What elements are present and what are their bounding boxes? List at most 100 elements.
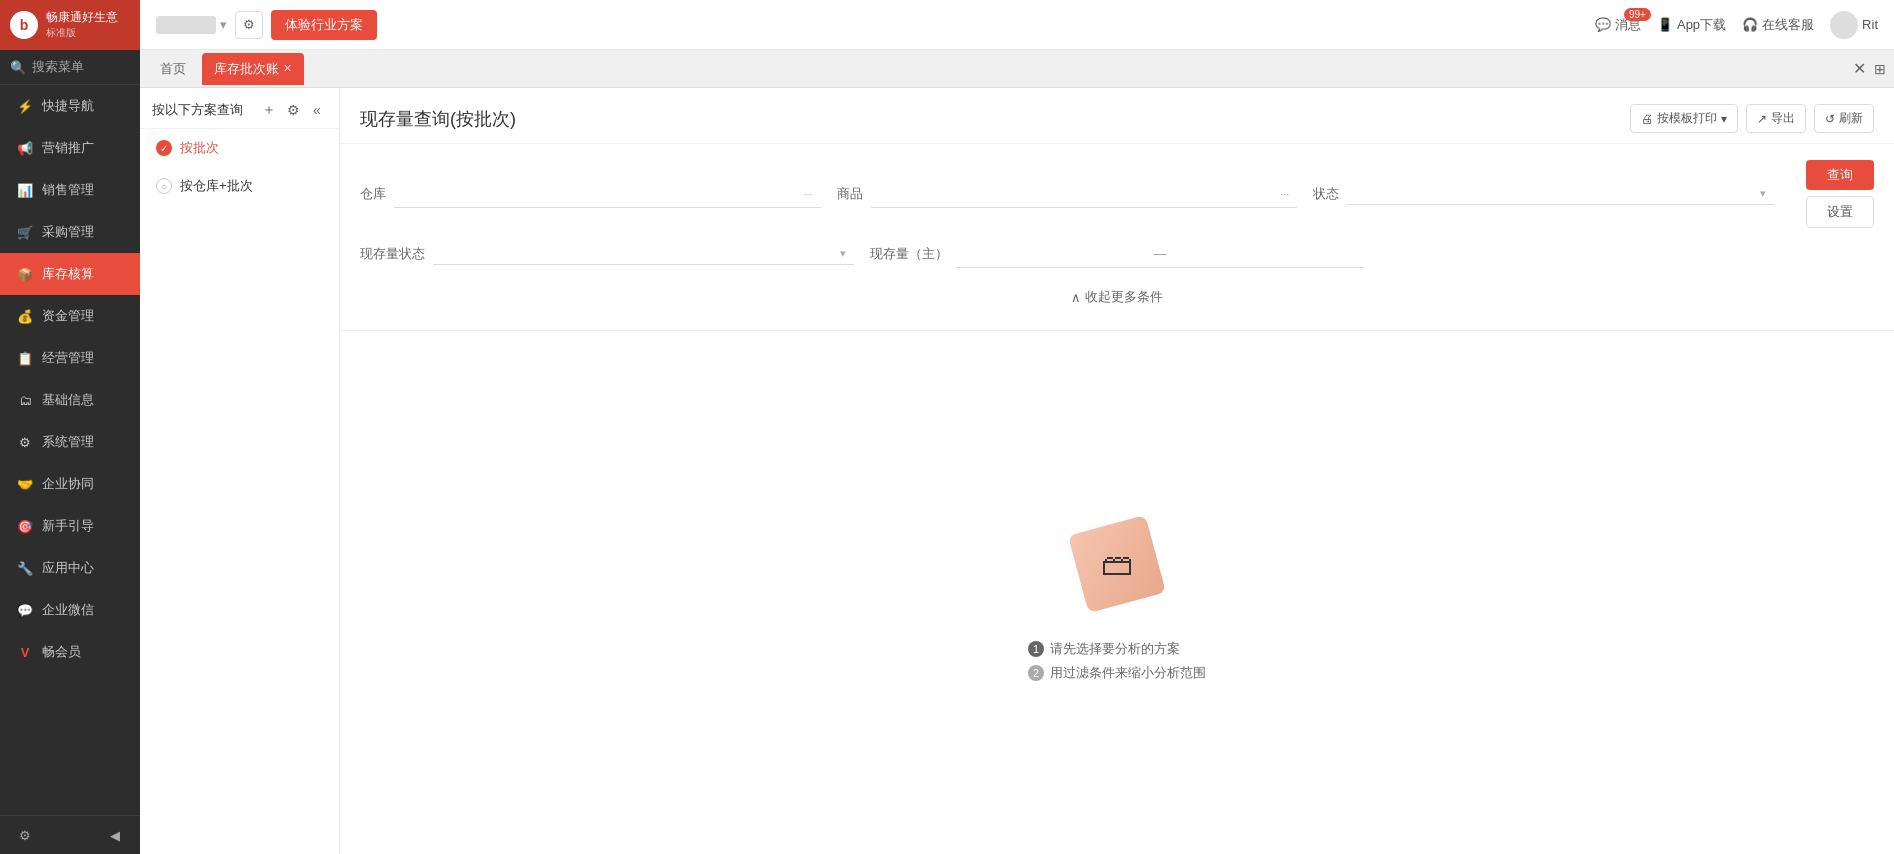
page-header-actions: 🖨 按模板打印 ▾ ↗ 导出 ↺ 刷新 <box>1630 104 1874 133</box>
status-input[interactable]: ▾ <box>1347 183 1774 205</box>
inventory-status-arrow-icon: ▾ <box>840 247 846 260</box>
search-menu[interactable]: 🔍 搜索菜单 <box>0 50 140 85</box>
status-label: 状态 <box>1313 185 1339 203</box>
product-label: 商品 <box>837 185 863 203</box>
sidebar-item-app-center[interactable]: 🔧 应用中心 <box>0 547 140 589</box>
schema-dot-warehouse-batch: ○ <box>156 178 172 194</box>
app-download-label: App下载 <box>1677 16 1726 34</box>
sidebar-item-marketing[interactable]: 📢 营销推广 <box>0 127 140 169</box>
empty-illustration <box>1057 504 1177 624</box>
page-header: 现存量查询(按批次) 🖨 按模板打印 ▾ ↗ 导出 ↺ 刷新 <box>340 88 1894 144</box>
user-name: Rit <box>1862 17 1878 32</box>
enterprise-icon: 🤝 <box>16 475 34 493</box>
settings-schema-icon[interactable]: ⚙ <box>283 100 303 120</box>
guide-icon: 🎯 <box>16 517 34 535</box>
messages-button[interactable]: 💬 消息 99+ <box>1595 16 1641 34</box>
close-all-tabs-icon[interactable]: ✕ <box>1853 59 1866 78</box>
member-icon: V <box>16 643 34 661</box>
filter-row-2: 现存量状态 ▾ 现存量（主） — <box>360 240 1874 268</box>
marketing-icon: 📢 <box>16 139 34 157</box>
product-more-icon[interactable]: ··· <box>1280 188 1289 200</box>
sidebar-item-basic[interactable]: 🗂 基础信息 <box>0 379 140 421</box>
page-content: 按以下方案查询 ＋ ⚙ « ✓ 按批次 ○ 按仓库+批次 现存量查询(按批次) <box>140 88 1894 854</box>
inventory-main-input[interactable]: — <box>956 240 1364 268</box>
message-icon: 💬 <box>1595 17 1611 32</box>
filter-status: 状态 ▾ <box>1313 183 1774 205</box>
schema-item-warehouse-batch[interactable]: ○ 按仓库+批次 <box>140 167 339 205</box>
tab-home[interactable]: 首页 <box>148 53 198 85</box>
query-button[interactable]: 查询 <box>1806 160 1874 190</box>
sidebar-item-operations[interactable]: 📋 经营管理 <box>0 337 140 379</box>
sales-icon: 📊 <box>16 181 34 199</box>
operations-icon: 📋 <box>16 349 34 367</box>
basic-icon: 🗂 <box>16 391 34 409</box>
inventory-icon: 📦 <box>16 265 34 283</box>
refresh-label: 刷新 <box>1839 110 1863 127</box>
sidebar-item-sales[interactable]: 📊 销售管理 <box>0 169 140 211</box>
query-action-group: 查询 设置 <box>1806 160 1874 228</box>
sidebar-item-purchase[interactable]: 🛒 采购管理 <box>0 211 140 253</box>
sidebar-item-finance[interactable]: 💰 资金管理 <box>0 295 140 337</box>
print-label: 按模板打印 <box>1657 110 1717 127</box>
settings-button[interactable]: 设置 <box>1806 196 1874 228</box>
sidebar-item-label: 基础信息 <box>42 391 94 409</box>
collapse-sidebar-icon[interactable]: ◀ <box>106 826 124 844</box>
collapse-filters-button[interactable]: ∧ 收起更多条件 <box>360 280 1874 314</box>
topbar-settings-button[interactable]: ⚙ <box>235 11 263 39</box>
inventory-status-input[interactable]: ▾ <box>433 243 854 265</box>
online-service-button[interactable]: 🎧 在线客服 <box>1742 16 1814 34</box>
quick-nav-icon: ⚡ <box>16 97 34 115</box>
tip-num-2: 2 <box>1028 665 1044 681</box>
tab-batch-account-label: 库存批次账 <box>214 60 279 78</box>
purchase-icon: 🛒 <box>16 223 34 241</box>
print-dropdown-icon: ▾ <box>1721 112 1727 126</box>
tab-close-icon[interactable]: ✕ <box>283 62 292 75</box>
sidebar-item-member[interactable]: V 畅会员 <box>0 631 140 673</box>
trial-button[interactable]: 体验行业方案 <box>271 10 377 40</box>
refresh-icon: ↺ <box>1825 112 1835 126</box>
sidebar-item-label: 企业微信 <box>42 601 94 619</box>
sidebar-item-label: 新手引导 <box>42 517 94 535</box>
refresh-button[interactable]: ↺ 刷新 <box>1814 104 1874 133</box>
add-schema-icon[interactable]: ＋ <box>259 100 279 120</box>
sidebar-item-label: 企业协同 <box>42 475 94 493</box>
finance-icon: 💰 <box>16 307 34 325</box>
topbar: ▾ ⚙ 体验行业方案 💬 消息 99+ 📱 App下载 🎧 在线客服 <box>140 0 1894 50</box>
filter-inventory-main: 现存量（主） — <box>870 240 1364 268</box>
user-profile[interactable]: Rit <box>1830 11 1878 39</box>
sidebar-item-enterprise[interactable]: 🤝 企业协同 <box>0 463 140 505</box>
empty-tip-1: 1 请先选择要分析的方案 <box>1028 640 1206 658</box>
schema-item-batch[interactable]: ✓ 按批次 <box>140 129 339 167</box>
gear-icon: ⚙ <box>243 17 255 32</box>
messages-badge: 99+ <box>1624 8 1651 21</box>
empty-tip-2: 2 用过滤条件来缩小分析范围 <box>1028 664 1206 682</box>
sidebar-item-wechat[interactable]: 💬 企业微信 <box>0 589 140 631</box>
warehouse-more-icon[interactable]: ··· <box>804 188 813 200</box>
sidebar-item-quick-nav[interactable]: ⚡ 快捷导航 <box>0 85 140 127</box>
warehouse-label: 仓库 <box>360 185 386 203</box>
warehouse-input[interactable]: ··· <box>394 180 821 208</box>
sidebar-item-label: 应用中心 <box>42 559 94 577</box>
inventory-main-value: — <box>1154 246 1167 261</box>
export-button[interactable]: ↗ 导出 <box>1746 104 1806 133</box>
product-input[interactable]: ··· <box>871 180 1298 208</box>
sidebar-item-inventory[interactable]: 📦 库存核算 <box>0 253 140 295</box>
collapse-panel-icon[interactable]: « <box>307 100 327 120</box>
expand-icon[interactable]: ⊞ <box>1874 61 1886 77</box>
sidebar-item-label: 快捷导航 <box>42 97 94 115</box>
sidebar-item-guide[interactable]: 🎯 新手引导 <box>0 505 140 547</box>
app-center-icon: 🔧 <box>16 559 34 577</box>
app-download-button[interactable]: 📱 App下载 <box>1657 16 1726 34</box>
page-title: 现存量查询(按批次) <box>360 107 516 131</box>
sidebar-header: b 畅康通好生意 标准版 <box>0 0 140 50</box>
tab-batch-account[interactable]: 库存批次账 ✕ <box>202 53 304 85</box>
sidebar: b 畅康通好生意 标准版 🔍 搜索菜单 ⚡ 快捷导航 📢 营销推广 📊 销售管理… <box>0 0 140 854</box>
empty-box-icon <box>1068 515 1166 613</box>
settings-icon[interactable]: ⚙ <box>16 826 34 844</box>
avatar <box>1830 11 1858 39</box>
sidebar-item-system[interactable]: ⚙ 系统管理 <box>0 421 140 463</box>
print-button[interactable]: 🖨 按模板打印 ▾ <box>1630 104 1738 133</box>
online-service-label: 在线客服 <box>1762 16 1814 34</box>
tip-num-1: 1 <box>1028 641 1044 657</box>
main-content: ▾ ⚙ 体验行业方案 💬 消息 99+ 📱 App下载 🎧 在线客服 <box>140 0 1894 854</box>
